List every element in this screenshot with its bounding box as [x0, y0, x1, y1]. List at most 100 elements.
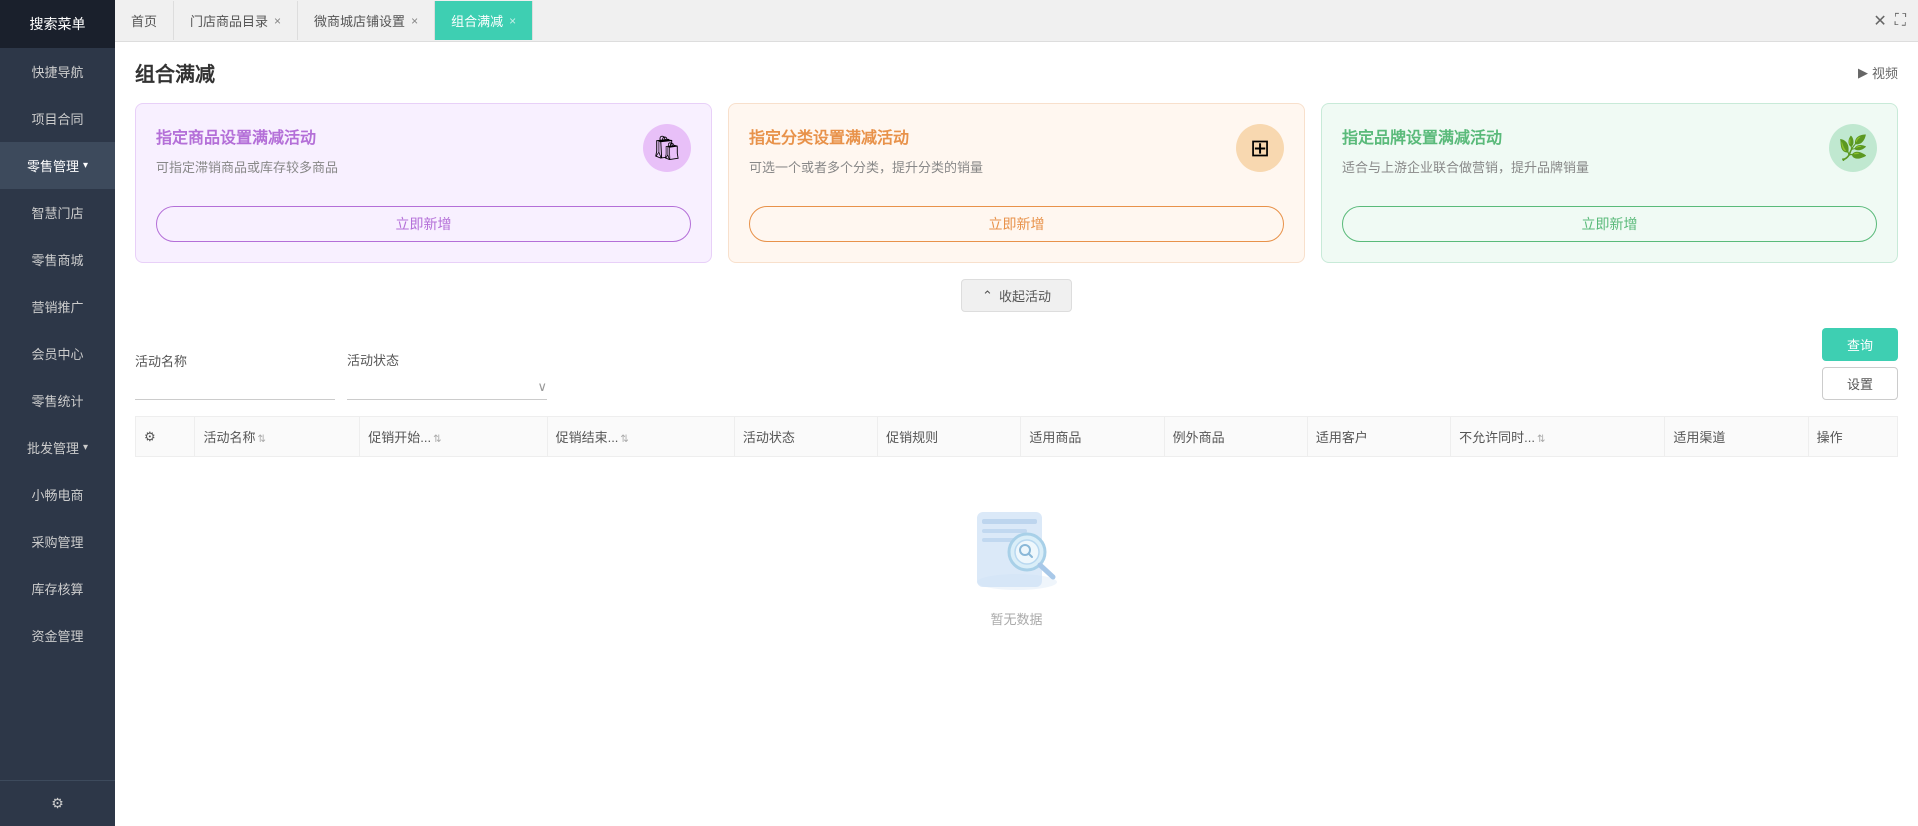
page-header: 组合满减 ▶ 视频 — [135, 58, 1898, 87]
sort-icon: ⇅ — [1537, 434, 1545, 445]
chevron-down-icon: ▾ — [83, 160, 88, 171]
card-desc: 适合与上游企业联合做营销，提升品牌销量 — [1342, 158, 1877, 190]
card-icon: ⊞ — [1236, 124, 1284, 172]
col-exception-goods: 例外商品 — [1164, 417, 1307, 457]
empty-state: 暂无数据 — [135, 457, 1898, 648]
chevron-down-icon: ▾ — [83, 442, 88, 453]
tab-close-icon[interactable]: × — [274, 14, 281, 28]
sidebar: 搜索菜单 快捷导航项目合同零售管理 ▾ 智慧门店零售商城营销推广会员中心零售统计批发… — [0, 0, 115, 826]
search-bar: 活动名称 活动状态 ∨ 查询 设置 — [135, 328, 1898, 400]
close-window-btn[interactable]: ✕ — [1873, 11, 1886, 31]
collapse-bar: ⌃ 收起活动 — [135, 279, 1898, 312]
card-title: 指定品牌设置满减活动 — [1342, 124, 1877, 148]
sidebar-item-smart-store[interactable]: 智慧门店 — [0, 189, 115, 236]
card-desc: 可指定滞销商品或库存较多商品 — [156, 158, 691, 190]
query-btn[interactable]: 查询 — [1822, 328, 1898, 361]
sidebar-item-label: 快捷导航 — [31, 62, 83, 81]
empty-illustration — [957, 497, 1077, 597]
sidebar-item-label: 项目合同 — [31, 109, 83, 128]
sidebar-item-project-contract[interactable]: 项目合同 — [0, 95, 115, 142]
sidebar-search-label: 搜索菜单 — [30, 16, 86, 32]
col-activity-status: 活动状态 — [734, 417, 877, 457]
video-link[interactable]: ▶ 视频 — [1858, 63, 1898, 82]
page-content: 组合满减 ▶ 视频 指定商品设置满减活动 🛍 可指定滞销商品或库存较多商品 立即… — [115, 42, 1918, 826]
activity-status-field: 活动状态 ∨ — [347, 350, 547, 400]
sidebar-item-label: 零售统计 — [31, 391, 83, 410]
activity-name-input[interactable] — [135, 376, 335, 400]
col-not-allow-concurrent[interactable]: 不允许同时...⇅ — [1451, 417, 1665, 457]
collapse-btn-label: 收起活动 — [999, 286, 1051, 305]
sidebar-item-label: 零售商城 — [31, 250, 83, 269]
data-table: ⚙活动名称⇅促销开始...⇅促销结束...⇅活动状态促销规则适用商品例外商品适用… — [135, 416, 1898, 457]
col-applicable-channel: 适用渠道 — [1665, 417, 1808, 457]
video-label: 视频 — [1872, 63, 1898, 82]
empty-text: 暂无数据 — [990, 609, 1042, 628]
sidebar-settings-btn[interactable]: ⚙ — [0, 780, 115, 826]
sidebar-item-xiaochang-ec[interactable]: 小畅电商 — [0, 471, 115, 518]
search-buttons: 查询 设置 — [1822, 328, 1898, 400]
sidebar-item-retail-mall[interactable]: 零售商城 — [0, 236, 115, 283]
tab-close-icon[interactable]: × — [509, 14, 516, 28]
activity-name-label: 活动名称 — [135, 351, 335, 370]
sidebar-item-label: 智慧门店 — [31, 203, 83, 222]
sidebar-item-label: 会员中心 — [31, 344, 83, 363]
tab-label: 组合满减 — [451, 11, 503, 30]
tab-label: 微商城店铺设置 — [314, 11, 405, 30]
tab-label: 首页 — [131, 11, 157, 30]
sidebar-item-label: 采购管理 — [31, 532, 83, 551]
tab-close-icon[interactable]: × — [411, 14, 418, 28]
card-desc: 可选一个或者多个分类，提升分类的销量 — [749, 158, 1284, 190]
tab-wechat-store[interactable]: 微商城店铺设置 × — [298, 1, 435, 40]
tab-home[interactable]: 首页 — [115, 1, 174, 40]
activity-status-select[interactable]: ∨ — [347, 375, 547, 400]
gear-icon: ⚙ — [51, 795, 64, 811]
sidebar-item-label: 小畅电商 — [31, 485, 83, 504]
sidebar-item-retail-stats[interactable]: 零售统计 — [0, 377, 115, 424]
activity-status-label: 活动状态 — [347, 350, 547, 369]
tab-bar-actions: ✕ ⛶ — [1861, 11, 1918, 31]
sidebar-item-wholesale-mgmt[interactable]: 批发管理 ▾ — [0, 424, 115, 471]
settings-btn[interactable]: 设置 — [1822, 367, 1898, 400]
sidebar-item-label: 零售管理 — [27, 156, 79, 175]
sidebar-search[interactable]: 搜索菜单 — [0, 0, 115, 48]
col-operation: 操作 — [1808, 417, 1897, 457]
card-icon: 🛍 — [643, 124, 691, 172]
activity-card-brand-discount: 指定品牌设置满减活动 🌿 适合与上游企业联合做营销，提升品牌销量 立即新增 — [1321, 103, 1898, 263]
col-applicable-customer: 适用客户 — [1307, 417, 1450, 457]
activity-name-field: 活动名称 — [135, 351, 335, 400]
sidebar-item-purchase-mgmt[interactable]: 采购管理 — [0, 518, 115, 565]
sort-icon: ⇅ — [257, 434, 265, 445]
collapse-activities-btn[interactable]: ⌃ 收起活动 — [961, 279, 1072, 312]
card-add-btn[interactable]: 立即新增 — [156, 206, 691, 242]
tab-label: 门店商品目录 — [190, 11, 268, 30]
col-promo-rule: 促销规则 — [878, 417, 1021, 457]
play-icon: ▶ — [1858, 65, 1868, 81]
sidebar-item-label: 营销推广 — [31, 297, 83, 316]
col-promo-end[interactable]: 促销结束...⇅ — [547, 417, 734, 457]
col-settings: ⚙ — [136, 417, 195, 457]
sidebar-item-member-center[interactable]: 会员中心 — [0, 330, 115, 377]
card-add-btn[interactable]: 立即新增 — [749, 206, 1284, 242]
sidebar-item-inventory[interactable]: 库存核算 — [0, 565, 115, 612]
chevron-down-icon: ∨ — [537, 379, 547, 395]
col-promo-start[interactable]: 促销开始...⇅ — [360, 417, 547, 457]
sidebar-item-funds-mgmt[interactable]: 资金管理 — [0, 612, 115, 659]
col-activity-name[interactable]: 活动名称⇅ — [195, 417, 360, 457]
tab-bar: 首页 门店商品目录 × 微商城店铺设置 × 组合满减 × ✕ ⛶ — [115, 0, 1918, 42]
tab-combo-discount[interactable]: 组合满减 × — [435, 1, 533, 40]
card-add-btn[interactable]: 立即新增 — [1342, 206, 1877, 242]
sidebar-item-label: 资金管理 — [31, 626, 83, 645]
tab-store-catalog[interactable]: 门店商品目录 × — [174, 1, 298, 40]
card-title: 指定分类设置满减活动 — [749, 124, 1284, 148]
card-title: 指定商品设置满减活动 — [156, 124, 691, 148]
activity-cards: 指定商品设置满减活动 🛍 可指定滞销商品或库存较多商品 立即新增 指定分类设置满… — [135, 103, 1898, 263]
page-title: 组合满减 — [135, 58, 215, 87]
sidebar-item-quick-nav[interactable]: 快捷导航 — [0, 48, 115, 95]
sidebar-item-retail-management[interactable]: 零售管理 ▾ — [0, 142, 115, 189]
main-area: 首页 门店商品目录 × 微商城店铺设置 × 组合满减 × ✕ ⛶ 组合满减 ▶ 视频 指定商… — [115, 0, 1918, 826]
sort-icon: ⇅ — [620, 434, 628, 445]
chevron-up-icon: ⌃ — [982, 288, 993, 304]
expand-window-btn[interactable]: ⛶ — [1895, 12, 1906, 30]
sidebar-item-marketing[interactable]: 营销推广 — [0, 283, 115, 330]
sidebar-item-label: 批发管理 — [27, 438, 79, 457]
